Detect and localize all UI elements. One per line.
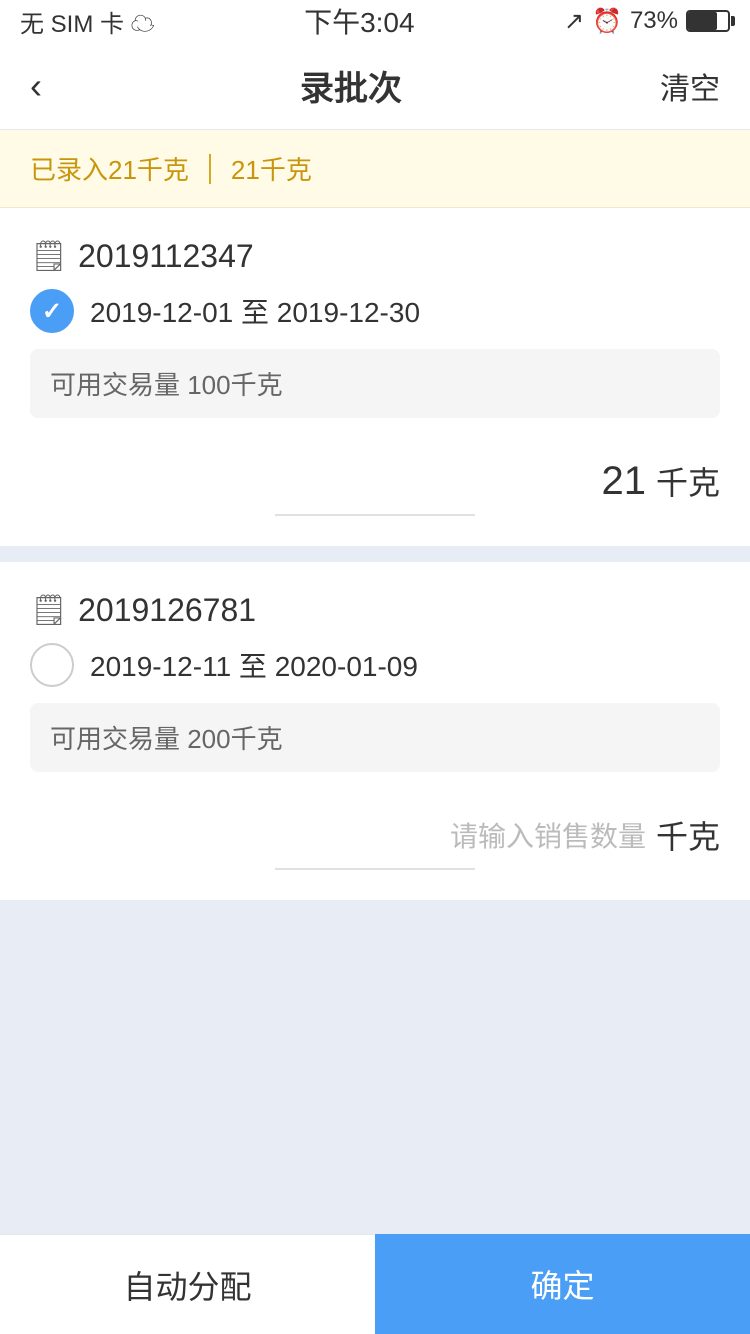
batch-1-radio[interactable]: [30, 289, 74, 333]
status-bar-right: ↗ ⏰ 73%: [564, 7, 730, 36]
batch-2-date: 2019-12-11 至 2020-01-09: [90, 645, 418, 685]
total-amount: 21千克: [231, 150, 312, 187]
quantity-divider-1: [275, 514, 475, 516]
batch-1-quantity-wrapper: 21 千克: [0, 438, 750, 546]
page-title: 录批次: [300, 61, 402, 110]
batch-1-available: 可用交易量 100千克: [30, 349, 720, 418]
batch-2-input-placeholder: 请输入销售数量: [450, 815, 646, 855]
batch-1-header: 🗒 2019112347: [30, 238, 720, 275]
status-bar-time: 下午3:04: [304, 1, 415, 41]
batch-item-1: 🗒 2019112347 2019-12-01 至 2019-12-30 可用交…: [0, 208, 750, 438]
clear-button[interactable]: 清空: [660, 64, 720, 108]
status-bar-left: 无 SIM 卡 ☁: [20, 4, 155, 39]
bottom-bar: 自动分配 确定: [0, 1234, 750, 1334]
batch-1-quantity-value[interactable]: 21: [601, 459, 646, 504]
batch-2-icon: 🗒: [30, 593, 68, 628]
batch-1-id: 2019112347: [78, 238, 254, 275]
recorded-amount: 已录入21千克: [30, 150, 189, 187]
batch-1-quantity-row: 21 千克: [0, 438, 750, 514]
battery-icon: [686, 10, 730, 32]
batch-2-id: 2019126781: [78, 592, 256, 629]
sim-label: 无 SIM 卡 ☁: [20, 4, 155, 39]
batch-1-date: 2019-12-01 至 2019-12-30: [90, 291, 420, 331]
batch-1-icon: 🗒: [30, 239, 68, 274]
batch-1-date-row: 2019-12-01 至 2019-12-30: [30, 289, 720, 333]
batch-2-header: 🗒 2019126781: [30, 592, 720, 629]
batch-2-input-wrapper: 请输入销售数量 千克: [0, 792, 750, 900]
separator-1: [0, 546, 750, 562]
info-banner: 已录入21千克 21千克: [0, 130, 750, 208]
batch-item-2: 🗒 2019126781 2019-12-11 至 2020-01-09 可用交…: [0, 562, 750, 792]
location-icon: ↗: [564, 7, 584, 36]
status-bar: 无 SIM 卡 ☁ 下午3:04 ↗ ⏰ 73%: [0, 0, 750, 42]
confirm-button[interactable]: 确定: [375, 1234, 750, 1334]
quantity-divider-2: [275, 868, 475, 870]
batch-1-quantity-unit: 千克: [656, 458, 720, 504]
batch-2-date-row: 2019-12-11 至 2020-01-09: [30, 643, 720, 687]
batch-2-input-unit: 千克: [656, 812, 720, 858]
batch-2-input-row: 请输入销售数量 千克: [0, 792, 750, 868]
batch-2-radio[interactable]: [30, 643, 74, 687]
battery-pct: 73%: [630, 7, 678, 35]
batch-2-available: 可用交易量 200千克: [30, 703, 720, 772]
auto-distribute-button[interactable]: 自动分配: [0, 1234, 375, 1334]
banner-divider: [209, 154, 211, 184]
alarm-icon: ⏰: [592, 7, 622, 36]
back-button[interactable]: ‹: [30, 65, 42, 107]
nav-bar: ‹ 录批次 清空: [0, 42, 750, 130]
